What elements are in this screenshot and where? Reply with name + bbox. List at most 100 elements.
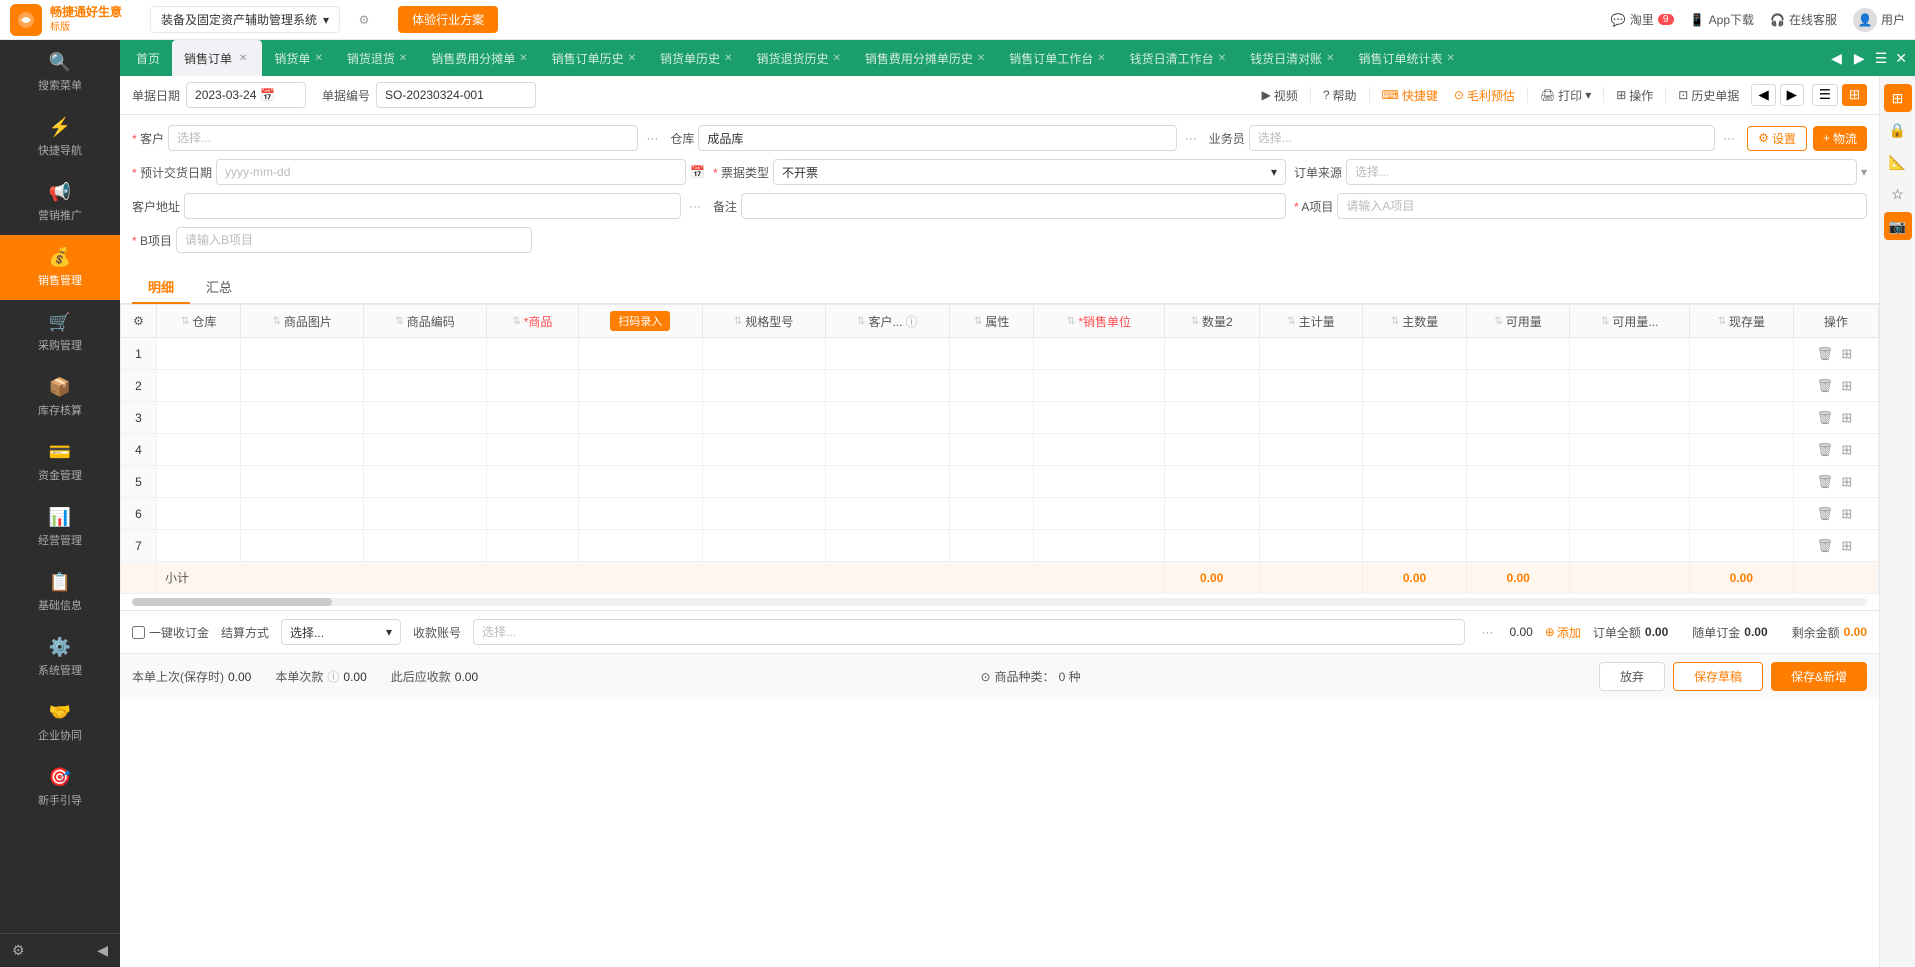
delete-icon[interactable]: 🗑: [1816, 345, 1834, 363]
warehouse-dots[interactable]: ···: [1181, 131, 1201, 145]
cell-available[interactable]: [1466, 370, 1570, 402]
delete-icon[interactable]: 🗑: [1816, 377, 1834, 395]
tab-returns[interactable]: 销货退货 ✕: [335, 40, 419, 76]
print-btn[interactable]: 🖨 打印 ▾: [1536, 85, 1595, 106]
cell-main-qty[interactable]: [1363, 338, 1467, 370]
cell-customer-code[interactable]: [825, 370, 950, 402]
tab-close-sales-invoice[interactable]: ✕: [314, 53, 322, 64]
tab-close-cash-reconcile[interactable]: ✕: [1326, 53, 1334, 64]
cell-available2[interactable]: [1570, 434, 1690, 466]
tab-nav-prev[interactable]: ◀: [1825, 50, 1848, 67]
cell-warehouse[interactable]: [157, 530, 241, 562]
horizontal-scrollbar[interactable]: [132, 598, 1867, 606]
add-goods-btn[interactable]: +物流: [1813, 126, 1867, 151]
online-service-item[interactable]: 🎧 在线客服: [1770, 11, 1837, 28]
cell-spec[interactable]: [702, 370, 825, 402]
cell-main-unit[interactable]: [1259, 530, 1363, 562]
view-btn[interactable]: ▶ 视频: [1258, 85, 1302, 106]
cell-main-unit[interactable]: [1259, 498, 1363, 530]
cell-qty2[interactable]: [1164, 498, 1259, 530]
order-source-input[interactable]: [1346, 159, 1857, 185]
copy-icon[interactable]: ⊞: [1838, 505, 1856, 523]
cell-attr[interactable]: [950, 370, 1034, 402]
tab-home[interactable]: 首页: [124, 40, 172, 76]
cell-code[interactable]: [364, 434, 487, 466]
tab-close-cash-workbench[interactable]: ✕: [1218, 53, 1226, 64]
copy-icon[interactable]: ⊞: [1838, 441, 1856, 459]
tab-stats[interactable]: 销售订单统计表 ✕: [1346, 40, 1466, 76]
cell-unit[interactable]: [1034, 466, 1164, 498]
tab-nav-next[interactable]: ▶: [1848, 50, 1871, 67]
tab-close-returns-history[interactable]: ✕: [832, 53, 840, 64]
invoice-select[interactable]: 不开票 ▾: [773, 159, 1286, 185]
system-select[interactable]: 装备及固定资产辅助管理系统 ▾: [150, 6, 340, 33]
prev-record-btn[interactable]: ◀: [1751, 84, 1775, 106]
save-new-button[interactable]: 保存&新增: [1771, 662, 1867, 691]
tab-workbench[interactable]: 销售订单工作台 ✕: [997, 40, 1117, 76]
cell-spec[interactable]: [702, 402, 825, 434]
cell-main-qty[interactable]: [1363, 370, 1467, 402]
cell-main-qty[interactable]: [1363, 402, 1467, 434]
delivery-input[interactable]: [216, 159, 686, 185]
th-attr[interactable]: ⇅属性: [950, 305, 1034, 338]
cell-qty2[interactable]: [1164, 338, 1259, 370]
cell-stock[interactable]: [1690, 434, 1794, 466]
tab-close-expense-history[interactable]: ✕: [977, 53, 985, 64]
cell-customer-code[interactable]: [825, 402, 950, 434]
message-item[interactable]: 💬 淘里 9: [1611, 11, 1674, 28]
panel-btn-2[interactable]: 🔒: [1884, 116, 1912, 144]
copy-icon[interactable]: ⊞: [1838, 345, 1856, 363]
tab-close-all-btn[interactable]: ✕: [1891, 50, 1911, 67]
cell-warehouse[interactable]: [157, 466, 241, 498]
form-view-btn[interactable]: ⊞: [1842, 84, 1867, 106]
customer-dots[interactable]: ···: [642, 131, 662, 145]
sidebar-item-inventory[interactable]: 📦 库存核算: [0, 365, 120, 430]
cell-unit[interactable]: [1034, 370, 1164, 402]
cell-main-qty[interactable]: [1363, 530, 1467, 562]
cell-main-unit[interactable]: [1259, 466, 1363, 498]
account-input[interactable]: [473, 619, 1465, 645]
delete-icon[interactable]: 🗑: [1816, 537, 1834, 555]
cell-warehouse[interactable]: [157, 434, 241, 466]
sidebar-item-collaboration[interactable]: 🤝 企业协同: [0, 690, 120, 755]
list-view-btn[interactable]: ☰: [1812, 84, 1838, 106]
settings-bottom-icon[interactable]: ⚙: [12, 942, 25, 959]
cell-code[interactable]: [364, 498, 487, 530]
copy-icon[interactable]: ⊞: [1838, 473, 1856, 491]
delete-icon[interactable]: 🗑: [1816, 409, 1834, 427]
cell-product[interactable]: [487, 370, 579, 402]
sidebar-item-purchase[interactable]: 🛒 采购管理: [0, 300, 120, 365]
cell-available[interactable]: [1466, 338, 1570, 370]
cell-available[interactable]: [1466, 466, 1570, 498]
app-download-item[interactable]: 📱 App下载: [1690, 11, 1754, 28]
shortcut-btn[interactable]: ⌨ 快捷键: [1378, 85, 1442, 106]
cell-code[interactable]: [364, 530, 487, 562]
tab-close-workbench[interactable]: ✕: [1097, 53, 1105, 64]
th-gear[interactable]: ⚙: [121, 305, 157, 338]
settings-icon[interactable]: ⚙: [348, 4, 380, 36]
tab-summary[interactable]: 汇总: [190, 271, 248, 304]
th-unit[interactable]: ⇅*销售单位: [1034, 305, 1164, 338]
cell-spec[interactable]: [702, 434, 825, 466]
delete-icon[interactable]: 🗑: [1816, 441, 1834, 459]
sidebar-item-navigation[interactable]: ⚡ 快捷导航: [0, 105, 120, 170]
th-warehouse[interactable]: ⇅仓库: [157, 305, 241, 338]
cell-spec[interactable]: [702, 338, 825, 370]
cell-available2[interactable]: [1570, 466, 1690, 498]
cell-code[interactable]: [364, 338, 487, 370]
cell-stock[interactable]: [1690, 530, 1794, 562]
tab-close-returns[interactable]: ✕: [399, 53, 407, 64]
th-image[interactable]: ⇅商品图片: [241, 305, 364, 338]
cell-stock[interactable]: [1690, 498, 1794, 530]
help-btn[interactable]: ? 帮助: [1319, 85, 1361, 106]
cell-available[interactable]: [1466, 434, 1570, 466]
user-item[interactable]: 👤 用户: [1853, 8, 1905, 32]
cell-available[interactable]: [1466, 530, 1570, 562]
cell-stock[interactable]: [1690, 370, 1794, 402]
copy-icon[interactable]: ⊞: [1838, 377, 1856, 395]
save-draft-button[interactable]: 保存草稿: [1673, 662, 1763, 691]
tab-invoice-history[interactable]: 销货单历史 ✕: [648, 40, 744, 76]
collapse-icon[interactable]: ◀: [97, 942, 108, 959]
cell-main-qty[interactable]: [1363, 466, 1467, 498]
delete-icon[interactable]: 🗑: [1816, 473, 1834, 491]
